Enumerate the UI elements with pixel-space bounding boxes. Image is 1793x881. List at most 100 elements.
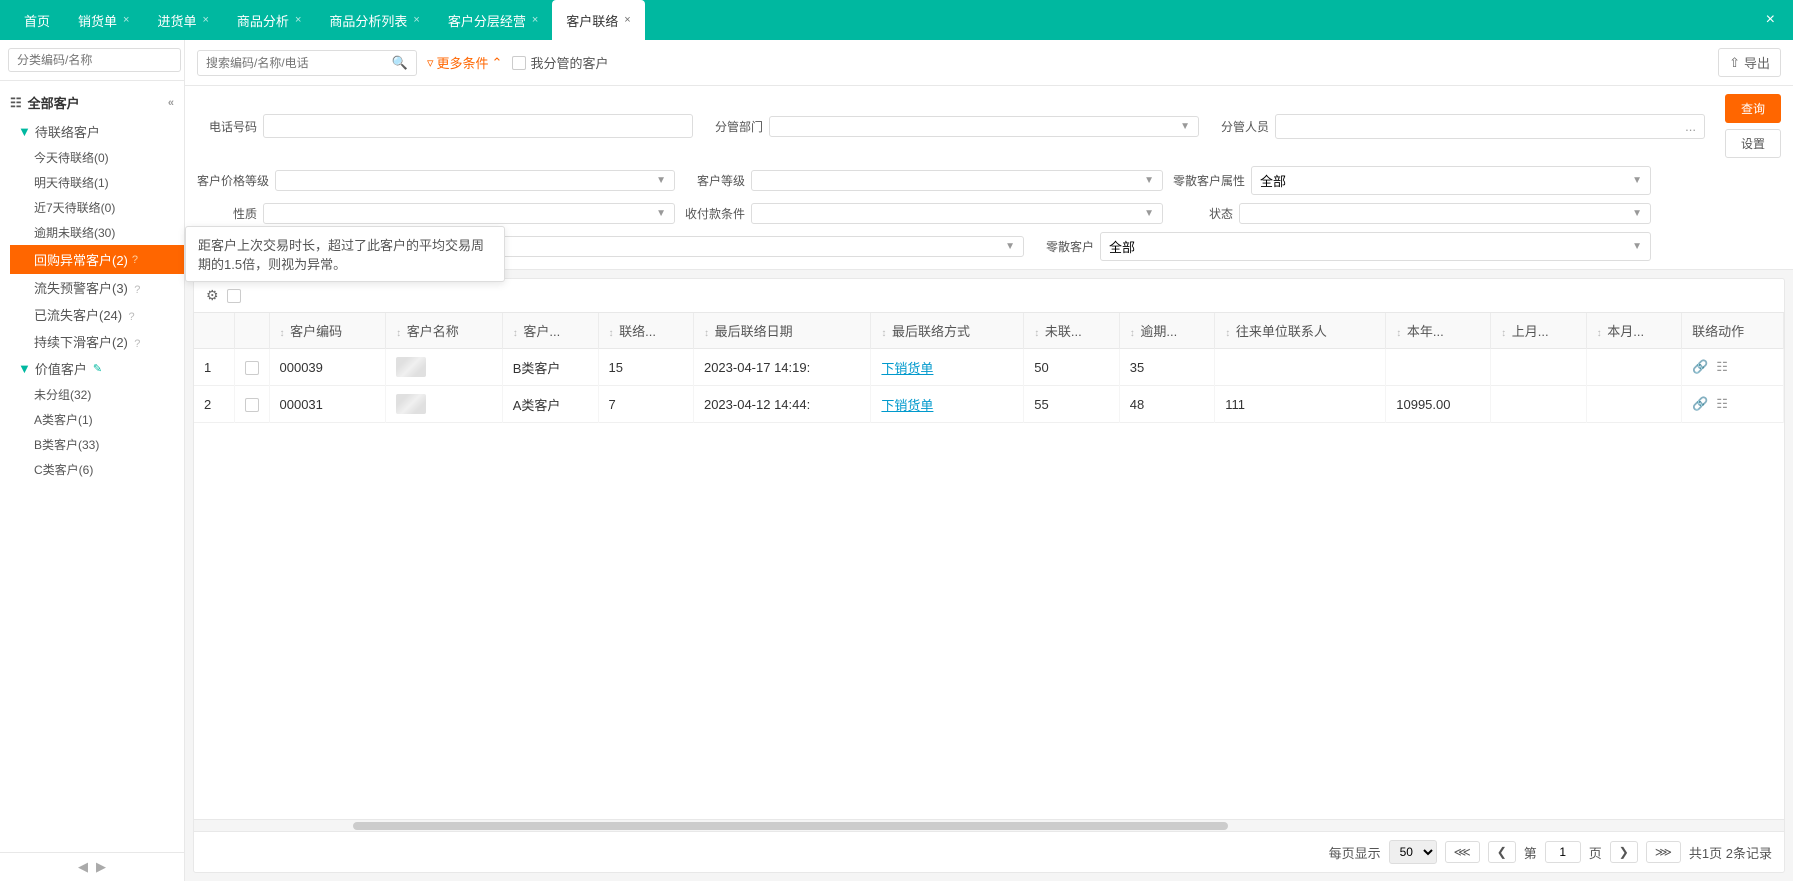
per-page-select[interactable]: 50 [1389, 840, 1437, 864]
col-uncontact[interactable]: ↕ 未联... [1024, 313, 1119, 349]
col-last-date[interactable]: ↕ 最后联络日期 [693, 313, 870, 349]
row2-checkbox[interactable] [245, 398, 259, 412]
sidebar-left-arrow[interactable]: ◀ [78, 859, 88, 875]
col-actions: 联络动作 [1682, 313, 1784, 349]
sidebar-item-tomorrow[interactable]: 明天待联络(1) [10, 170, 184, 195]
retail-customer-select[interactable]: 全部 ▼ [1100, 232, 1651, 261]
filter-payment: 收付款条件 ▼ [685, 203, 1163, 224]
select-all-checkbox[interactable] [227, 289, 241, 303]
next-page-btn[interactable]: ❯ [1610, 841, 1638, 863]
action-grid-icon-2[interactable]: ☷ [1716, 396, 1728, 412]
prev-page-btn[interactable]: ❮ [1488, 841, 1516, 863]
edit-icon-value-group[interactable]: ✎ [93, 362, 102, 375]
search-icon-btn[interactable]: 🔍 [392, 55, 408, 71]
action-link-icon-1[interactable]: 🔗 [1692, 359, 1708, 375]
col-contact-count[interactable]: ↕ 联络... [598, 313, 693, 349]
settings-button[interactable]: 设置 [1725, 129, 1781, 158]
sidebar-right-arrow[interactable]: ▶ [96, 859, 106, 875]
cell-way-2[interactable]: 下销货单 [871, 386, 1024, 423]
search-input[interactable] [206, 56, 392, 70]
col-last-month[interactable]: ↕ 上月... [1491, 313, 1586, 349]
sidebar-item-class-a[interactable]: A类客户(1) [10, 407, 184, 432]
nav-customer-mgmt-close-icon[interactable]: × [532, 14, 538, 26]
scrollbar-thumb[interactable] [353, 822, 1228, 830]
col-customer-type[interactable]: ↕ 客户... [502, 313, 598, 349]
sidebar-collapse-icon[interactable]: « [168, 97, 174, 109]
col-this-year[interactable]: ↕ 本年... [1386, 313, 1491, 349]
first-page-btn[interactable]: ⋘ [1445, 841, 1480, 863]
action-grid-icon-1[interactable]: ☷ [1716, 359, 1728, 375]
way-link-2[interactable]: 下销货单 [881, 398, 933, 413]
cell-actions-2: 🔗 ☷ [1682, 386, 1784, 423]
nav-item-home[interactable]: 首页 [10, 0, 64, 40]
sidebar-item-already-lost[interactable]: 已流失客户(24) ? [10, 301, 184, 328]
sidebar-item-declining[interactable]: 持续下滑客户(2) ? [10, 328, 184, 355]
help-icon-declining[interactable]: ? [134, 338, 140, 350]
sidebar-item-today[interactable]: 今天待联络(0) [10, 145, 184, 170]
sidebar-item-overdue[interactable]: 逾期未联络(30) [10, 220, 184, 245]
sidebar-search-input[interactable] [8, 48, 181, 72]
horizontal-scrollbar[interactable] [194, 819, 1784, 831]
col-unit-contact[interactable]: ↕ 往来单位联系人 [1215, 313, 1386, 349]
sidebar-item-lost-warning[interactable]: 流失预警客户(3) ? [10, 274, 184, 301]
my-customers-checkbox[interactable] [512, 56, 526, 70]
nav-item-customer-contact[interactable]: 客户联络 × [552, 0, 644, 40]
window-close-button[interactable]: × [1758, 11, 1783, 29]
col-name[interactable]: ↕ 客户名称 [386, 313, 503, 349]
table-settings-icon[interactable]: ⚙ [206, 287, 219, 304]
price-level-select[interactable]: ▼ [275, 170, 675, 191]
person-select[interactable]: ... [1275, 114, 1705, 139]
nav-sales-close-icon[interactable]: × [123, 14, 129, 26]
gender-select[interactable]: ▼ [263, 203, 675, 224]
cell-check-2[interactable] [234, 386, 269, 423]
dept-select[interactable]: ▼ [769, 116, 1199, 137]
cell-check-1[interactable] [234, 349, 269, 386]
customer-type-select[interactable]: ▼ [473, 236, 1024, 257]
help-icon-repurchase[interactable]: ? [132, 254, 138, 266]
col-this-month[interactable]: ↕ 本月... [1586, 313, 1681, 349]
help-icon-already-lost[interactable]: ? [128, 311, 134, 323]
col-last-way[interactable]: ↕ 最后联络方式 [871, 313, 1024, 349]
nav-purchase-close-icon[interactable]: × [202, 14, 208, 26]
filter-bar-top: 🔍 ▿ 更多条件 ⌃ 我分管的客户 ⇧ 导出 [185, 40, 1793, 86]
way-link-1[interactable]: 下销货单 [881, 361, 933, 376]
status-select[interactable]: ▼ [1239, 203, 1651, 224]
col-code[interactable]: ↕ 客户编码 [269, 313, 386, 349]
nav-analysis-close-icon[interactable]: × [295, 14, 301, 26]
nav-customer-contact-close-icon[interactable]: × [624, 14, 630, 26]
customer-level-select[interactable]: ▼ [751, 170, 1163, 191]
last-page-btn[interactable]: ⋙ [1646, 841, 1681, 863]
nav-item-analysis[interactable]: 商品分析 × [223, 0, 315, 40]
sidebar-all-customers[interactable]: ☷ 全部客户 « [0, 87, 184, 118]
sidebar-item-unclassified[interactable]: 未分组(32) [10, 382, 184, 407]
sidebar-item-class-c[interactable]: C类客户(6) [10, 457, 184, 482]
filter-retail-customer: 零散客户 全部 ▼ [1034, 232, 1651, 261]
table-scroll[interactable]: ↕ 客户编码 ↕ 客户名称 ↕ 客户... [194, 313, 1784, 819]
table-row: 2 000031 A类客户 7 2023-04-12 14:44: 下销货单 5… [194, 386, 1784, 423]
sidebar-pending-group-title[interactable]: ▼ 待联络客户 [10, 118, 184, 145]
page-input[interactable] [1545, 841, 1581, 863]
query-button[interactable]: 查询 [1725, 94, 1781, 123]
help-icon-lost-warning[interactable]: ? [134, 284, 140, 296]
payment-select[interactable]: ▼ [751, 203, 1163, 224]
sidebar-item-class-b[interactable]: B类客户(33) [10, 432, 184, 457]
export-button[interactable]: ⇧ 导出 [1718, 48, 1781, 77]
sidebar-value-group-title[interactable]: ▼ 价值客户 ✎ [10, 355, 184, 382]
retail-attr-select[interactable]: 全部 ▼ [1251, 166, 1651, 195]
sidebar-item-repurchase-anomaly[interactable]: 回购异常客户(2) ? [10, 245, 184, 274]
col-overdue[interactable]: ↕ 逾期... [1119, 313, 1214, 349]
name-blur-1 [396, 357, 426, 377]
nav-item-sales[interactable]: 销货单 × [64, 0, 143, 40]
nav-item-analysis-list[interactable]: 商品分析列表 × [315, 0, 433, 40]
sidebar-item-7days[interactable]: 近7天待联络(0) [10, 195, 184, 220]
nav-analysis-list-close-icon[interactable]: × [413, 14, 419, 26]
nav-item-customer-mgmt[interactable]: 客户分层经营 × [434, 0, 552, 40]
my-customers-toggle[interactable]: 我分管的客户 [512, 53, 608, 72]
action-link-icon-2[interactable]: 🔗 [1692, 396, 1708, 412]
cell-way-1[interactable]: 下销货单 [871, 349, 1024, 386]
row1-checkbox[interactable] [245, 361, 259, 375]
nav-item-purchase[interactable]: 进货单 × [143, 0, 222, 40]
more-conditions-btn[interactable]: ▿ 更多条件 ⌃ [427, 53, 502, 72]
filter-price-level: 客户价格等级 ▼ [197, 170, 675, 191]
phone-input[interactable] [263, 114, 693, 138]
